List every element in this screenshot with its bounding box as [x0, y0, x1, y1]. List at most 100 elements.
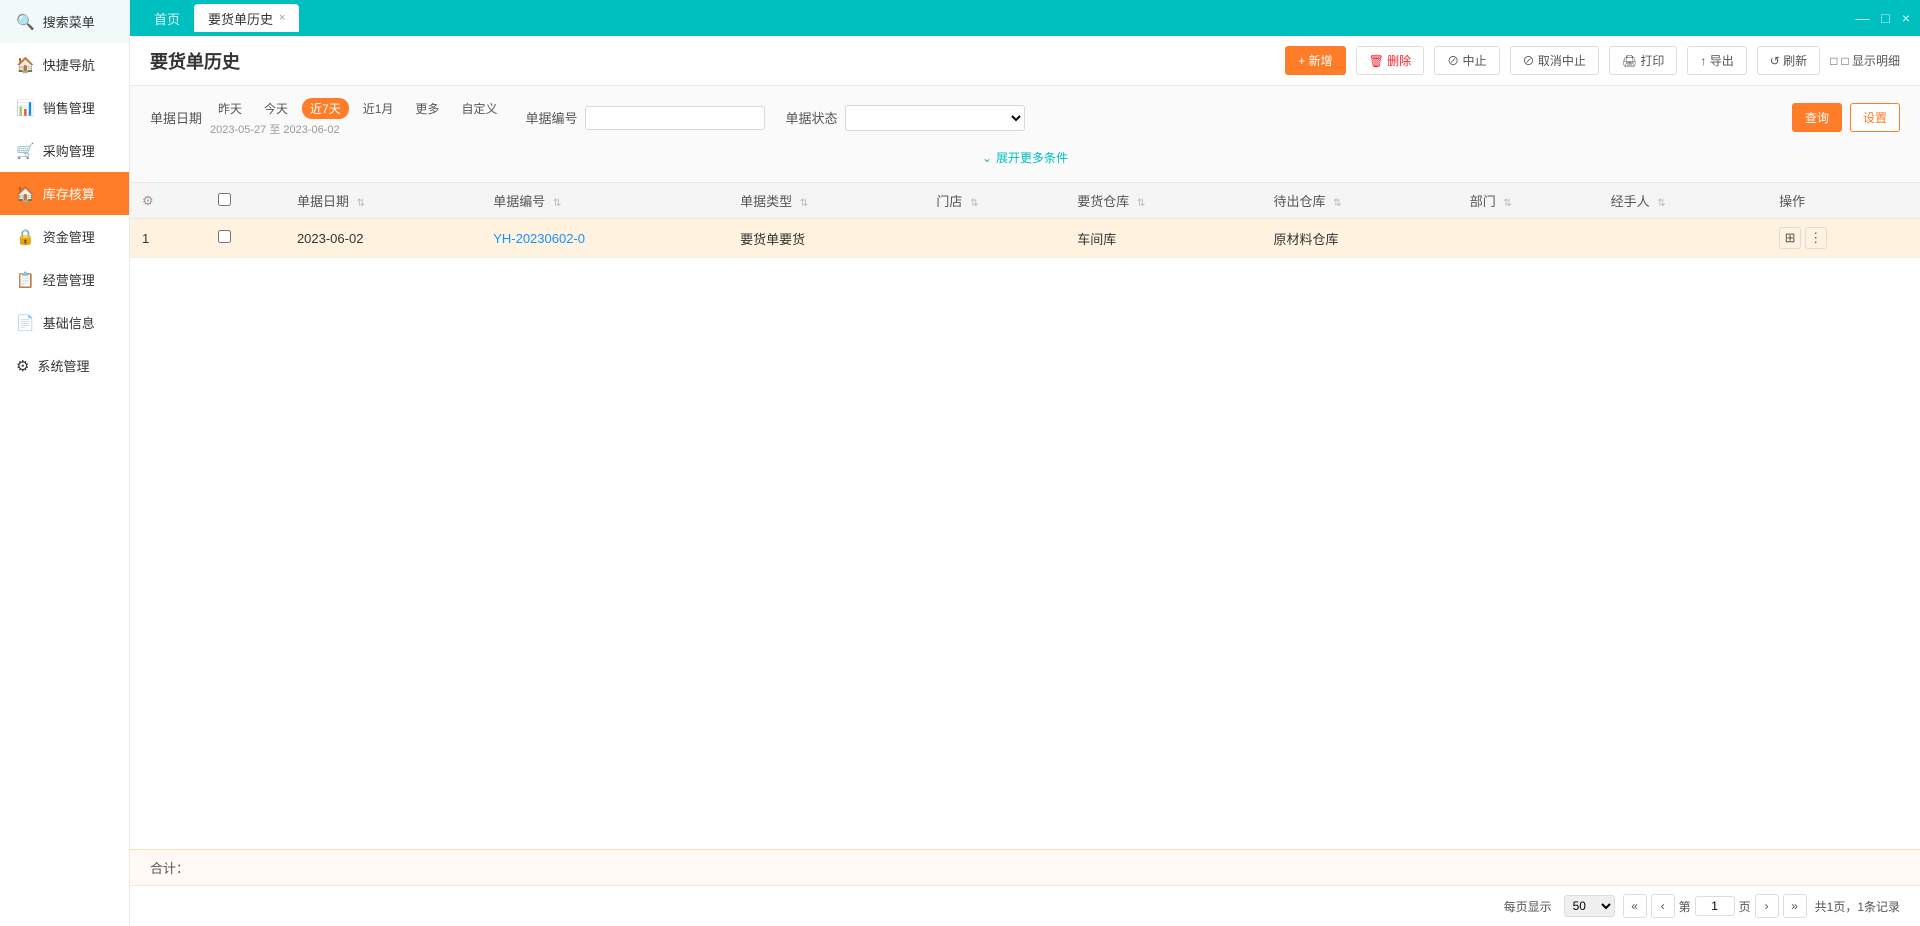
select-all-checkbox[interactable]	[218, 193, 231, 206]
doc-type-sort-icon[interactable]: ⇅	[800, 198, 808, 209]
store-col-label: 门店	[936, 194, 962, 209]
sidebar-item-purchase-mgmt[interactable]: 🛒 采购管理	[0, 129, 129, 172]
maximize-icon[interactable]: □	[1881, 10, 1889, 26]
tabbar-window-controls: — □ ×	[1855, 10, 1910, 26]
th-store: 门店 ⇅	[924, 183, 1065, 219]
date-btn-yesterday[interactable]: 昨天	[210, 98, 250, 119]
sidebar-item-basic-info[interactable]: 📄 基础信息	[0, 301, 129, 344]
td-checkbox	[206, 219, 285, 258]
purchase-icon: 🛒	[16, 142, 35, 160]
close-icon[interactable]: ×	[1902, 10, 1910, 26]
table-area: ⚙ 单据日期 ⇅ 单据编号 ⇅	[130, 183, 1920, 849]
sidebar-item-inventory[interactable]: 🏠 库存核算	[0, 172, 129, 215]
date-btn-7days[interactable]: 近7天	[302, 98, 349, 119]
th-operation: 操作	[1767, 183, 1920, 219]
sidebar-item-label: 系统管理	[37, 356, 89, 375]
page-size-label: 每页显示	[1504, 898, 1552, 915]
view-op-button[interactable]: ⊞	[1779, 227, 1801, 249]
sidebar-item-label: 库存核算	[43, 184, 95, 203]
th-doc-no: 单据编号 ⇅	[481, 183, 728, 219]
handler-sort-icon[interactable]: ⇅	[1657, 198, 1665, 209]
doc-no-filter: 单据编号	[525, 106, 765, 130]
tab-yaohuodan-history[interactable]: 要货单历史 ×	[194, 4, 299, 32]
th-doc-date: 单据日期 ⇅	[285, 183, 481, 219]
finance-icon: 🔒	[16, 228, 35, 246]
more-op-button[interactable]: ⋮	[1805, 227, 1827, 249]
print-button[interactable]: 🖨 打印	[1609, 46, 1678, 75]
page-label: 第	[1679, 898, 1691, 915]
sales-icon: 📊	[16, 99, 35, 117]
search-menu-icon: 🔍	[16, 13, 35, 31]
expand-filter-button[interactable]: ⌄ 展开更多条件	[982, 145, 1068, 170]
status-select[interactable]	[845, 105, 1025, 131]
sidebar-item-sales-mgmt[interactable]: 📊 销售管理	[0, 86, 129, 129]
page-content: 要货单历史 + 新增 🗑 删除 ⊘ 中止 ⊘ 取消中止 🖨 打印 ↑ 导出 ↺ …	[130, 36, 1920, 926]
sidebar-item-label: 资金管理	[43, 227, 95, 246]
sidebar-item-quick-nav[interactable]: 🏠 快捷导航	[0, 43, 129, 86]
display-detail-button[interactable]: □ □ 显示明细	[1830, 52, 1900, 69]
page-number-input[interactable]	[1695, 896, 1735, 916]
prev-page-button[interactable]: ‹	[1651, 894, 1675, 918]
tab-home[interactable]: 首页	[140, 4, 194, 32]
total-info: 共1页，1条记录	[1815, 898, 1900, 915]
th-doc-type: 单据类型 ⇅	[728, 183, 924, 219]
column-settings-icon[interactable]: ⚙	[142, 193, 154, 208]
pagination: 每页显示 20 50 100 « ‹ 第 页 › » 共1页，1条记录	[130, 885, 1920, 926]
date-btn-today[interactable]: 今天	[256, 98, 296, 119]
table-row: 1 2023-06-02 YH-20230602-0 要货单要货 车间库 原材料…	[130, 219, 1920, 258]
doc-no-input[interactable]	[585, 106, 765, 130]
last-page-button[interactable]: »	[1783, 894, 1807, 918]
td-doc-no: YH-20230602-0	[481, 219, 728, 258]
tab-close-button[interactable]: ×	[279, 12, 285, 24]
page-size-select[interactable]: 20 50 100	[1564, 895, 1615, 917]
row-checkbox[interactable]	[218, 230, 231, 243]
sidebar-item-label: 快捷导航	[43, 55, 95, 74]
date-btn-1month[interactable]: 近1月	[355, 98, 402, 119]
pending-warehouse-sort-icon[interactable]: ⇅	[1333, 198, 1341, 209]
date-btn-more[interactable]: 更多	[407, 98, 447, 119]
sidebar-item-search-menu[interactable]: 🔍 搜索菜单	[0, 0, 129, 43]
req-warehouse-sort-icon[interactable]: ⇅	[1137, 198, 1145, 209]
expand-label: 展开更多条件	[996, 149, 1068, 166]
req-warehouse-col-label: 要货仓库	[1077, 194, 1129, 209]
tab-label: 首页	[154, 9, 180, 28]
display-detail-label: □ 显示明细	[1841, 52, 1900, 69]
minimize-icon[interactable]: —	[1855, 10, 1869, 26]
doc-no-col-label: 单据编号	[493, 194, 545, 209]
sidebar-item-ops-mgmt[interactable]: 📋 经营管理	[0, 258, 129, 301]
th-pending-warehouse: 待出仓库 ⇅	[1262, 183, 1458, 219]
th-settings: ⚙	[130, 183, 206, 219]
doc-no-link[interactable]: YH-20230602-0	[493, 231, 585, 246]
pending-warehouse-col-label: 待出仓库	[1274, 194, 1326, 209]
store-sort-icon[interactable]: ⇅	[970, 198, 978, 209]
td-operation: ⊞ ⋮	[1767, 219, 1920, 258]
delete-button[interactable]: 🗑 删除	[1356, 46, 1425, 75]
date-btn-custom[interactable]: 自定义	[453, 98, 505, 119]
dept-sort-icon[interactable]: ⇅	[1503, 198, 1511, 209]
sidebar-item-finance-mgmt[interactable]: 🔒 资金管理	[0, 215, 129, 258]
next-page-button[interactable]: ›	[1755, 894, 1779, 918]
new-button[interactable]: + 新增	[1285, 46, 1345, 75]
basic-info-icon: 📄	[16, 314, 35, 332]
th-handler: 经手人 ⇅	[1599, 183, 1768, 219]
td-pending-warehouse: 原材料仓库	[1262, 219, 1458, 258]
doc-date-sort-icon[interactable]: ⇅	[357, 198, 365, 209]
th-req-warehouse: 要货仓库 ⇅	[1065, 183, 1261, 219]
td-index: 1	[130, 219, 206, 258]
setting-button[interactable]: 设置	[1850, 103, 1900, 132]
refresh-button[interactable]: ↺ 刷新	[1757, 46, 1820, 75]
table-header: ⚙ 单据日期 ⇅ 单据编号 ⇅	[130, 183, 1920, 219]
query-button[interactable]: 查询	[1792, 103, 1842, 132]
export-button[interactable]: ↑ 导出	[1687, 46, 1746, 75]
stop-button[interactable]: ⊘ 中止	[1434, 46, 1499, 75]
sidebar-item-sys-mgmt[interactable]: ⚙ 系统管理	[0, 344, 129, 387]
date-shortcuts-container: 昨天 今天 近7天 近1月 更多 自定义 2023-05-27 至 2023-0…	[210, 98, 505, 137]
table-header-row: ⚙ 单据日期 ⇅ 单据编号 ⇅	[130, 183, 1920, 219]
sidebar-item-label: 搜索菜单	[43, 12, 95, 31]
tabbar: 首页 要货单历史 × — □ ×	[130, 0, 1920, 36]
doc-no-sort-icon[interactable]: ⇅	[553, 198, 561, 209]
cancel-stop-button[interactable]: ⊘ 取消中止	[1510, 46, 1599, 75]
td-doc-type: 要货单要货	[728, 219, 924, 258]
first-page-button[interactable]: «	[1623, 894, 1647, 918]
sidebar-item-label: 基础信息	[43, 313, 95, 332]
